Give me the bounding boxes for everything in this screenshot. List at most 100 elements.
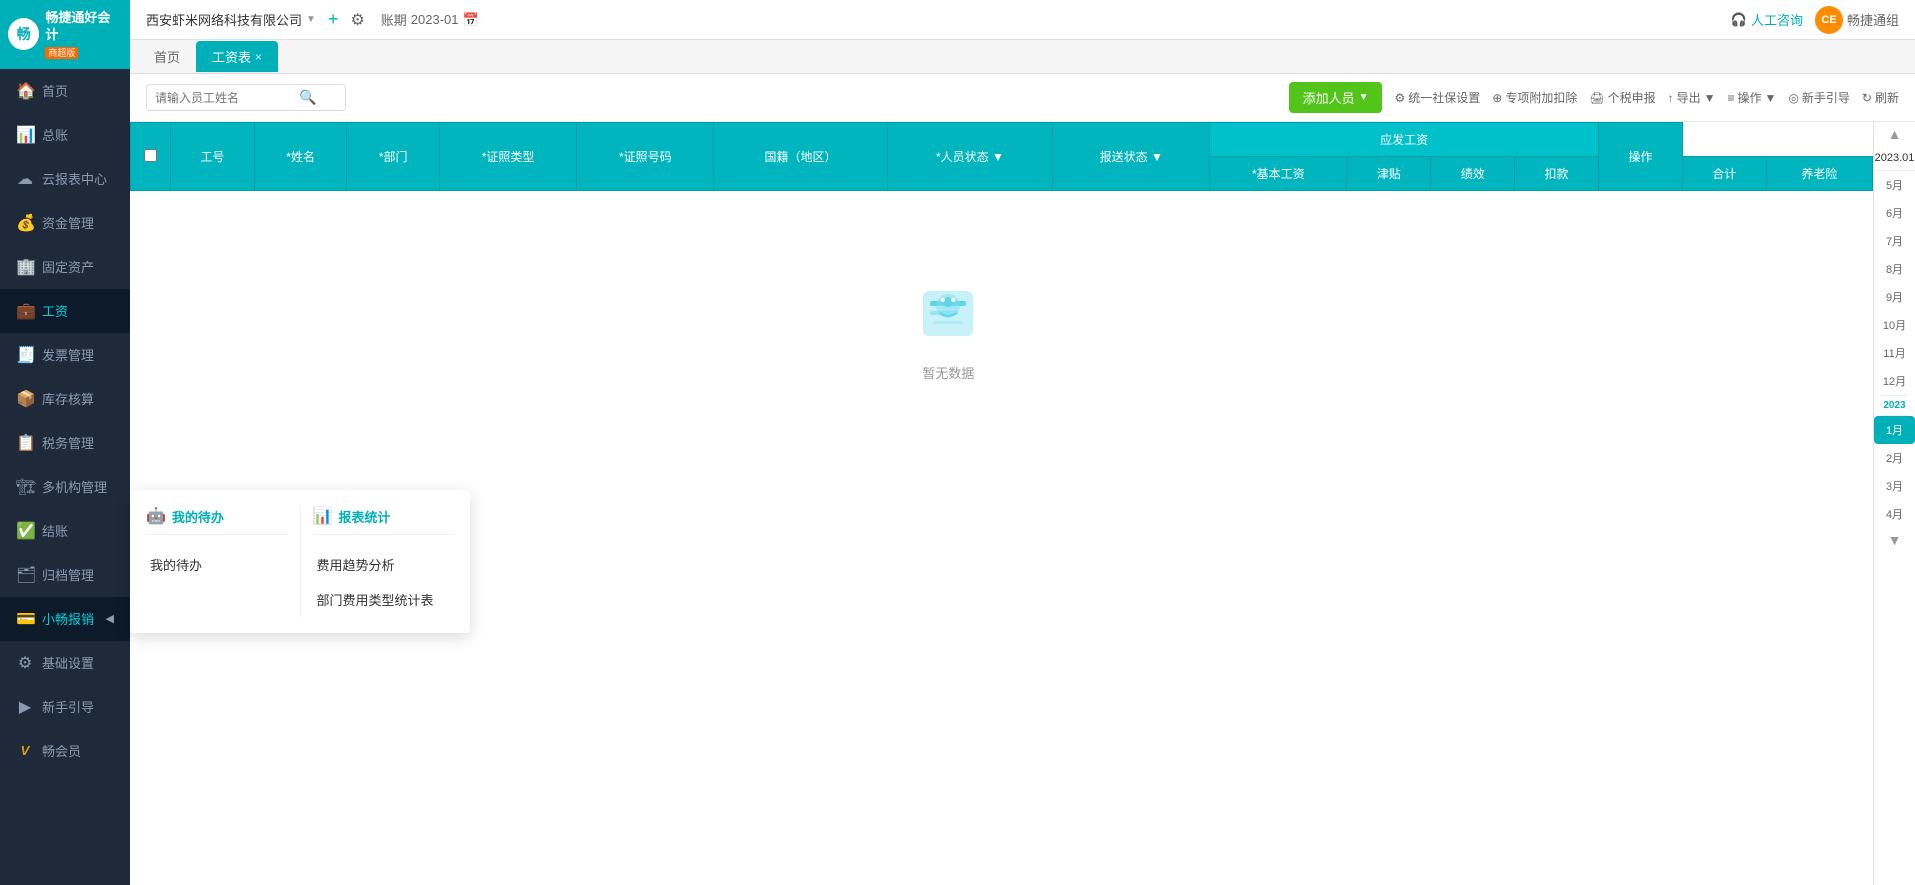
sidebar-item-archive[interactable]: 🗂 归档管理 <box>0 553 130 597</box>
operations-icon: ≡ <box>1728 91 1735 105</box>
popup-expense-trend-item[interactable]: 费用趋势分析 <box>313 547 455 582</box>
new-guide-label: 新手引导 <box>1802 89 1850 106</box>
salary-icon: 💼 <box>16 301 34 321</box>
sidebar-item-invoice[interactable]: 🧾 发票管理 <box>0 333 130 377</box>
sidebar-item-membership[interactable]: V 畅会员 <box>0 729 130 772</box>
sidebar-item-home-label: 首页 <box>42 81 68 100</box>
operations-arrow-icon: ▼ <box>1765 91 1777 105</box>
sidebar-item-assets[interactable]: 🏢 固定资产 <box>0 245 130 289</box>
social-security-button[interactable]: ⚙ 统一社保设置 <box>1394 89 1480 106</box>
month-item-3[interactable]: 3月 <box>1874 472 1915 500</box>
cloud-icon: ☁ <box>16 169 34 189</box>
total-header: 合计 <box>1682 157 1766 191</box>
user-button[interactable]: CE 畅捷通组 <box>1815 6 1899 34</box>
search-input[interactable] <box>155 91 295 105</box>
pension-header: 养老险 <box>1766 157 1872 191</box>
social-security-label: 统一社保设置 <box>1408 89 1480 106</box>
period-value: 2023-01 <box>411 12 459 27</box>
sidebar-item-inventory-label: 库存核算 <box>42 389 94 408</box>
month-item-6[interactable]: 6月 <box>1874 199 1915 227</box>
guide-icon: ▶ <box>16 697 34 717</box>
month-item-11[interactable]: 11月 <box>1874 339 1915 367</box>
refresh-button[interactable]: ↻ 刷新 <box>1862 89 1899 106</box>
sidebar-item-home[interactable]: 🏠 首页 <box>0 69 130 113</box>
period-selector[interactable]: 账期 2023-01 📅 <box>381 10 479 29</box>
sidebar-item-ledger-label: 总账 <box>42 125 68 144</box>
company-selector[interactable]: 西安虾米网络科技有限公司 ▼ <box>146 10 316 29</box>
new-guide-button[interactable]: ◎ 新手引导 <box>1788 89 1850 106</box>
sidebar-item-inventory[interactable]: 📦 库存核算 <box>0 377 130 421</box>
app-badge: 商超版 <box>45 47 78 59</box>
support-button[interactable]: 🎧 人工咨询 <box>1731 10 1803 29</box>
popup-report-title-text: 报表统计 <box>338 507 390 526</box>
invoice-icon: 🧾 <box>16 345 34 365</box>
user-avatar: CE <box>1815 6 1843 34</box>
month-next-icon[interactable]: ▼ <box>1884 528 1906 552</box>
month-item-8[interactable]: 8月 <box>1874 255 1915 283</box>
export-button[interactable]: ↑ 导出 ▼ <box>1668 89 1716 106</box>
personnel-status-filter-icon[interactable]: ▼ <box>992 150 1004 164</box>
sidebar-item-settle-label: 结账 <box>42 521 68 540</box>
popup-dept-expense-item[interactable]: 部门费用类型统计表 <box>313 582 455 617</box>
sidebar-item-expense[interactable]: 💳 小畅报销 ◀ <box>0 597 130 641</box>
checkbox-column-header[interactable] <box>131 123 171 191</box>
month-item-9[interactable]: 9月 <box>1874 283 1915 311</box>
report-status-filter-icon[interactable]: ▼ <box>1151 150 1163 164</box>
month-prev-icon[interactable]: ▲ <box>1884 122 1906 146</box>
sidebar-item-settle[interactable]: ✅ 结账 <box>0 509 130 553</box>
special-deduct-button[interactable]: ⊕ 专项附加扣除 <box>1492 89 1577 106</box>
refresh-label: 刷新 <box>1875 89 1899 106</box>
export-arrow-icon: ▼ <box>1704 91 1716 105</box>
tab-close-icon[interactable]: × <box>255 50 262 64</box>
sidebar-item-cloud-report[interactable]: ☁ 云报表中心 <box>0 157 130 201</box>
sidebar-item-multi-org[interactable]: 🏗 多机构管理 <box>0 465 130 509</box>
company-dropdown-icon: ▼ <box>306 14 316 25</box>
search-box[interactable]: 🔍 <box>146 84 346 111</box>
sidebar-item-base-settings-label: 基础设置 <box>42 653 94 672</box>
month-item-5[interactable]: 5月 <box>1874 171 1915 199</box>
add-company-button[interactable]: + <box>328 9 339 30</box>
user-initials: CE <box>1821 14 1836 26</box>
settle-icon: ✅ <box>16 521 34 541</box>
sidebar-item-funds[interactable]: 💰 资金管理 <box>0 201 130 245</box>
base-settings-icon: ⚙ <box>16 653 34 673</box>
toolbar: 🔍 添加人员 ▼ ⚙ 统一社保设置 ⊕ 专项附加扣除 🖨 个税申报 <box>130 74 1915 122</box>
sidebar-item-tax[interactable]: 📋 税务管理 <box>0 421 130 465</box>
sidebar-item-ledger[interactable]: 📊 总账 <box>0 113 130 157</box>
tax-declare-button[interactable]: 🖨 个税申报 <box>1589 89 1655 106</box>
tab-salary-table[interactable]: 工资表 × <box>196 41 278 72</box>
operations-header: 操作 <box>1598 123 1682 191</box>
month-item-10[interactable]: 10月 <box>1874 311 1915 339</box>
add-employee-button[interactable]: 添加人员 ▼ <box>1289 82 1383 113</box>
month-item-7[interactable]: 7月 <box>1874 227 1915 255</box>
current-year-label: 2023 <box>1881 395 1907 416</box>
popup-todo-item-label: 我的待办 <box>150 558 202 573</box>
popup-report-title: 📊 报表统计 <box>313 506 455 535</box>
support-label: 人工咨询 <box>1751 10 1803 29</box>
sidebar-item-membership-label: 畅会员 <box>42 741 81 760</box>
month-item-2[interactable]: 2月 <box>1874 444 1915 472</box>
sidebar-item-guide-label: 新手引导 <box>42 697 94 716</box>
add-employee-label: 添加人员 <box>1303 88 1355 107</box>
popup-todo-item[interactable]: 我的待办 <box>146 547 288 582</box>
select-all-checkbox[interactable] <box>144 149 157 162</box>
sidebar-item-salary[interactable]: 💼 工资 <box>0 289 130 333</box>
month-item-12[interactable]: 12月 <box>1874 367 1915 395</box>
tab-home[interactable]: 首页 <box>138 41 196 72</box>
company-settings-icon[interactable]: ⚙ <box>350 10 364 30</box>
search-icon: 🔍 <box>299 89 316 106</box>
sidebar-item-guide[interactable]: ▶ 新手引导 <box>0 685 130 729</box>
content-area: 🔍 添加人员 ▼ ⚙ 统一社保设置 ⊕ 专项附加扣除 🖨 个税申报 <box>130 74 1915 885</box>
operations-button[interactable]: ≡ 操作 ▼ <box>1728 89 1777 106</box>
popup-col-todo: 🤖 我的待办 我的待办 <box>146 506 288 617</box>
salary-group-header: 应发工资 <box>1210 123 1599 157</box>
headset-icon: 🎧 <box>1731 12 1747 28</box>
add-dropdown-icon: ▼ <box>1359 92 1369 103</box>
empty-state-row: 暂无数据 <box>131 191 1873 463</box>
sidebar-item-base-settings[interactable]: ⚙ 基础设置 <box>0 641 130 685</box>
empty-state-illustration <box>908 271 988 351</box>
sidebar-item-funds-label: 资金管理 <box>42 213 94 232</box>
month-item-1-current[interactable]: 1月 <box>1874 416 1915 444</box>
allowance-header: 津贴 <box>1347 157 1431 191</box>
month-item-4[interactable]: 4月 <box>1874 500 1915 528</box>
